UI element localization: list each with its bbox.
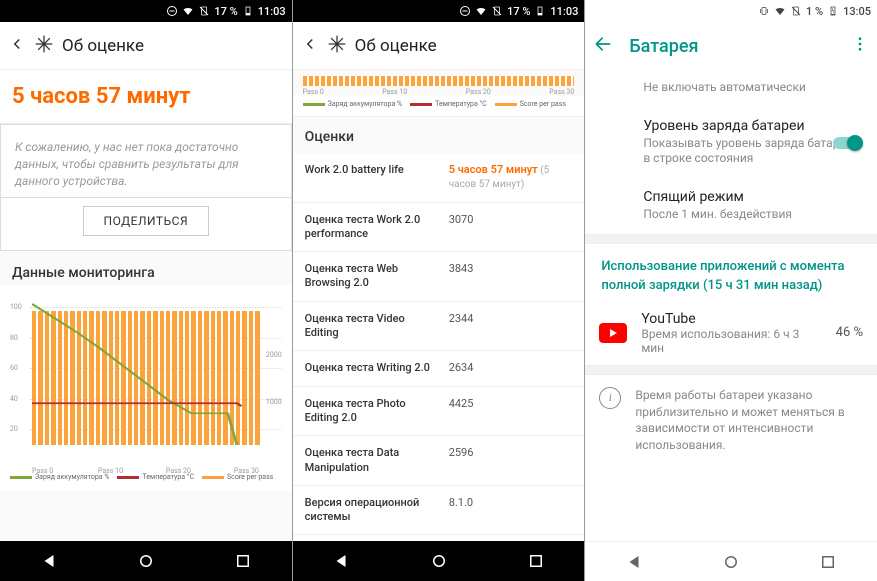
app-bar: Об оценке <box>293 22 585 70</box>
app-name: YouTube <box>641 311 821 327</box>
nav-back-button[interactable] <box>40 552 58 570</box>
youtube-icon <box>599 323 627 343</box>
settings-app-bar: Батарея <box>585 22 877 70</box>
chart-legend: Заряд аккумулятора % Температура °C Scor… <box>293 96 585 117</box>
battery-percent: 17 % <box>507 5 530 18</box>
score-row: Оценка теста Video Editing2344 <box>293 302 585 352</box>
nav-recents-button[interactable] <box>527 552 545 570</box>
clock: 11:03 <box>550 5 578 18</box>
info-icon: i <box>599 387 621 409</box>
score-row: Оценка теста Work 2.0 performance3070 <box>293 203 585 253</box>
overflow-menu-button[interactable] <box>851 35 869 57</box>
battery-estimate-note: i Время работы батареи указано приблизит… <box>585 375 877 466</box>
mini-chart <box>303 76 575 86</box>
back-button[interactable] <box>301 35 319 57</box>
battery-level-toggle[interactable] <box>833 135 863 151</box>
monitoring-chart: 100 80 60 40 20 2000 1000 Pass 0 Pass <box>0 285 292 467</box>
back-button[interactable] <box>8 35 26 57</box>
clock: 11:03 <box>258 5 286 18</box>
wifi-icon <box>774 5 786 17</box>
status-bar: 17 % 11:03 <box>293 0 585 22</box>
battery-life-result: 5 часов 57 минут <box>0 70 292 124</box>
nav-back-button[interactable] <box>332 552 350 570</box>
usage-since-charge-header: Использование приложений с момента полно… <box>585 244 877 300</box>
divider <box>585 234 877 244</box>
no-sim-icon <box>491 5 503 17</box>
nav-recents-button[interactable] <box>234 552 252 570</box>
battery-icon <box>827 5 839 17</box>
page-title: Батарея <box>629 36 835 57</box>
app-bar: Об оценке <box>0 22 292 70</box>
dnd-icon <box>166 5 178 17</box>
app-usage-percent: 46 % <box>836 325 863 340</box>
back-button[interactable] <box>593 34 613 58</box>
sleep-mode-row[interactable]: Спящий режим После 1 мин. бездействия <box>585 179 877 235</box>
navigation-bar <box>293 541 585 581</box>
share-section: ПОДЕЛИТЬСЯ <box>0 198 292 251</box>
nav-recents-button[interactable] <box>819 553 837 571</box>
nav-home-button[interactable] <box>137 552 155 570</box>
status-bar: 17 % 11:03 <box>0 0 292 22</box>
dnd-icon <box>459 5 471 17</box>
page-title: Об оценке <box>355 36 437 56</box>
scores-section-title: Оценки <box>293 117 585 153</box>
battery-icon <box>534 5 546 17</box>
battery-settings-screen: 1 % 13:05 Батарея Не включать автоматиче… <box>585 0 877 581</box>
clock: 13:05 <box>843 5 871 18</box>
score-row: Оценка теста Photo Editing 2.04425 <box>293 387 585 437</box>
pcmark-logo-icon <box>34 34 54 58</box>
app-usage-time: Время использования: 6 ч 3 мин <box>641 327 821 355</box>
score-row: Оценка теста Writing 2.02634 <box>293 351 585 386</box>
pcmark-scores-screen: 17 % 11:03 Об оценке Pass 0Pass 10Pass 2… <box>293 0 586 581</box>
battery-percent: 1 % <box>806 5 823 18</box>
vibrate-icon <box>758 5 770 17</box>
no-sim-icon <box>198 5 210 17</box>
battery-percent: 17 % <box>214 5 237 18</box>
battery-icon <box>242 5 254 17</box>
nav-home-button[interactable] <box>430 552 448 570</box>
pcmark-result-screen: 17 % 11:03 Об оценке 5 часов 57 минут К … <box>0 0 293 581</box>
share-button[interactable]: ПОДЕЛИТЬСЯ <box>83 206 210 236</box>
comparison-notice: К сожалению, у нас нет пока достаточно д… <box>0 124 292 198</box>
navigation-bar <box>585 541 877 581</box>
pcmark-logo-icon <box>327 34 347 58</box>
score-row: Оценка теста Web Browsing 2.03843 <box>293 252 585 302</box>
wifi-icon <box>182 5 194 17</box>
page-title: Об оценке <box>62 36 144 56</box>
monitoring-section-title: Данные мониторинга <box>0 251 292 285</box>
score-row: Work 2.0 battery life5 часов 57 минут (5… <box>293 153 585 203</box>
wifi-icon <box>475 5 487 17</box>
nav-home-button[interactable] <box>722 553 740 571</box>
no-sim-icon <box>790 5 802 17</box>
navigation-bar <box>0 541 292 581</box>
nav-back-button[interactable] <box>625 553 643 571</box>
battery-saver-row[interactable]: Не включать автоматически <box>585 70 877 108</box>
mini-chart-xaxis: Pass 0Pass 10Pass 20Pass 30 <box>293 88 585 96</box>
youtube-usage-row[interactable]: YouTube Время использования: 6 ч 3 мин 4… <box>585 301 877 365</box>
score-row: Версия операционной системы8.1.0 <box>293 486 585 536</box>
battery-level-row[interactable]: Уровень заряда батареи Показывать уровен… <box>585 108 877 179</box>
status-bar: 1 % 13:05 <box>585 0 877 22</box>
divider <box>585 365 877 375</box>
score-row: Оценка теста Data Manipulation2596 <box>293 436 585 486</box>
scores-table: Work 2.0 battery life5 часов 57 минут (5… <box>293 153 585 541</box>
